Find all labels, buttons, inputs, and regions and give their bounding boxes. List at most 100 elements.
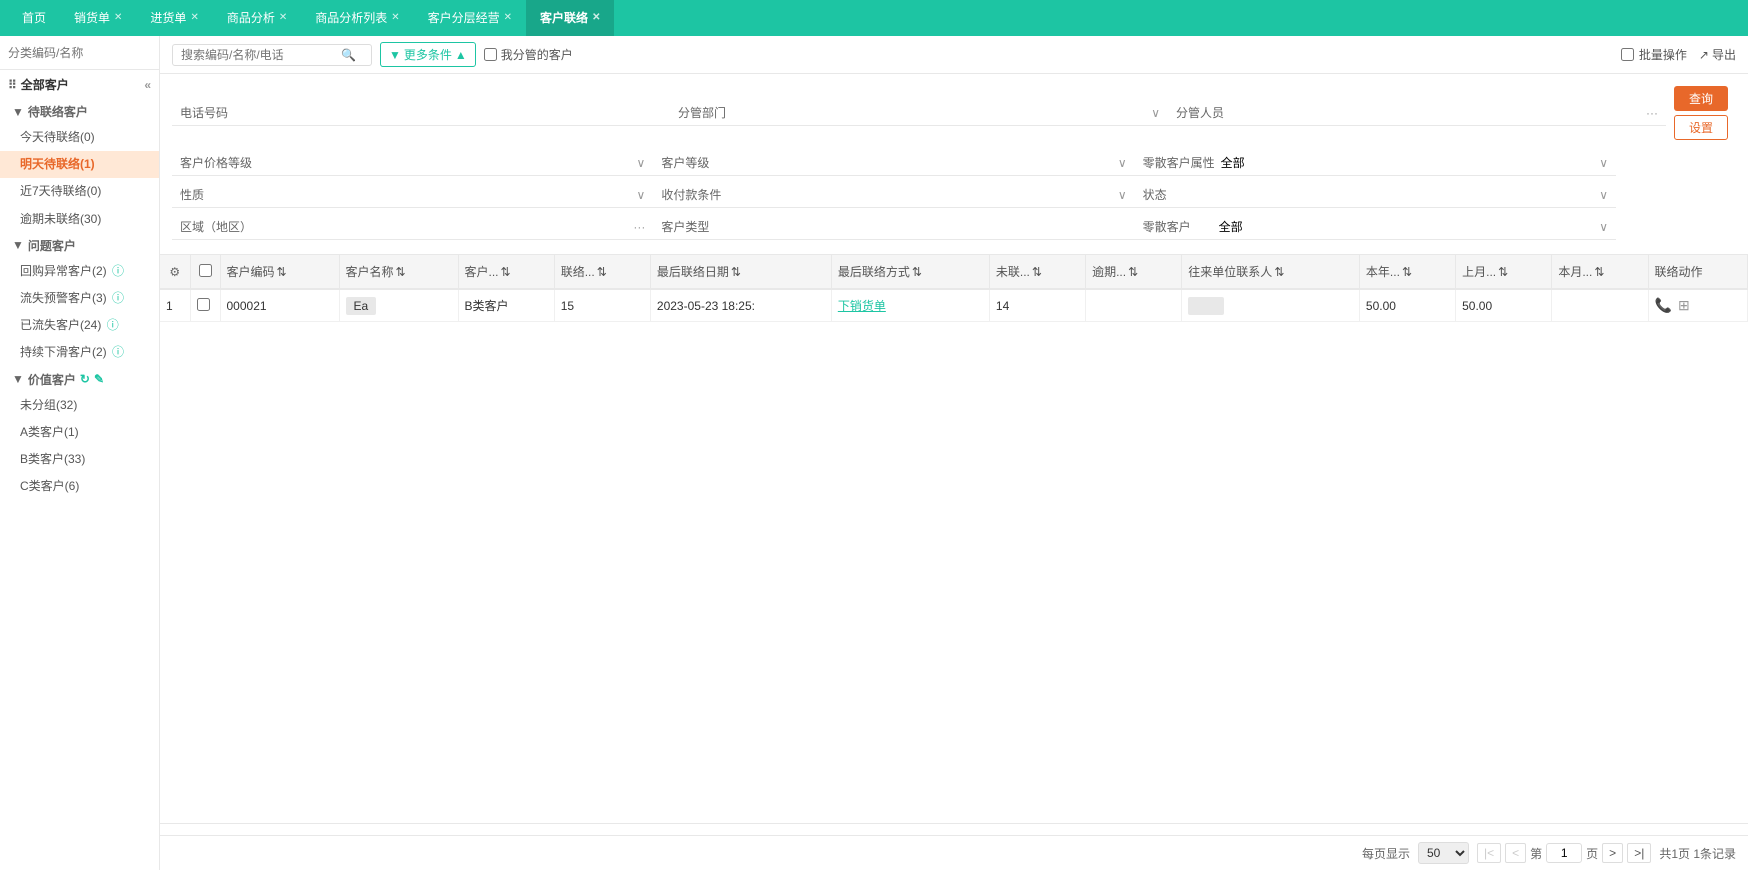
col-header-code[interactable]: 客户编码 ⇅ (220, 255, 339, 289)
row-checkbox[interactable] (190, 289, 220, 322)
nav-product-analysis-list[interactable]: 商品分析列表 ✕ (301, 0, 413, 36)
nav-customer-contact[interactable]: 客户联络 ✕ (526, 0, 614, 36)
select-all-checkbox[interactable] (199, 264, 212, 277)
col-checkbox[interactable] (190, 255, 220, 289)
sidebar-item-repurchase-abnormal[interactable]: 回购异常客户(2) ⓘ (0, 258, 159, 285)
row-action[interactable]: 📞 ⊞ (1648, 289, 1747, 322)
more-icon[interactable]: ··· (633, 220, 645, 234)
close-icon[interactable]: ✕ (592, 0, 600, 36)
filter-icon: ▼ (389, 48, 401, 62)
sidebar-item-class-a[interactable]: A类客户(1) (0, 419, 159, 446)
nav-purchase[interactable]: 进货单 ✕ (136, 0, 212, 36)
search-icon[interactable]: 🔍 (341, 48, 356, 62)
page-nav: |< < 第 页 > >| (1477, 843, 1651, 863)
col-header-overdue[interactable]: 逾期... ⇅ (1086, 255, 1182, 289)
chevron-down-icon[interactable]: ∨ (1118, 188, 1127, 202)
query-button[interactable]: 查询 (1674, 86, 1728, 111)
row-last-method[interactable]: 下销货单 (831, 289, 989, 322)
col-header-name[interactable]: 客户名称 ⇅ (339, 255, 458, 289)
nav-sales[interactable]: 销货单 ✕ (60, 0, 136, 36)
edit-icon[interactable]: ✎ (94, 372, 104, 386)
close-icon[interactable]: ✕ (114, 0, 122, 36)
sort-icon: ⇅ (1402, 265, 1412, 279)
triangle-down-icon: ▼ (12, 372, 24, 386)
nav-home[interactable]: 首页 (8, 0, 60, 36)
chevron-down-icon[interactable]: ∨ (637, 156, 646, 170)
more-action-icon[interactable]: ⊞ (1678, 297, 1690, 314)
phone-input[interactable] (256, 106, 662, 120)
col-setting[interactable]: ⚙ (160, 255, 190, 289)
sort-icon: ⇅ (1128, 265, 1138, 279)
sidebar-item-class-c[interactable]: C类客户(6) (0, 473, 159, 500)
next-page-button[interactable]: > (1602, 843, 1623, 863)
row-not-contacted: 14 (989, 289, 1085, 322)
sidebar-item-class-b[interactable]: B类客户(33) (0, 446, 159, 473)
reset-button[interactable]: 设置 (1674, 115, 1728, 140)
sidebar-all-customers[interactable]: ⠿ 全部客户 « (0, 70, 159, 99)
more-icon[interactable]: ··· (1646, 106, 1658, 120)
my-customers-checkbox[interactable] (484, 48, 497, 61)
nav-product-analysis[interactable]: 商品分析 ✕ (213, 0, 301, 36)
chevron-down-icon[interactable]: ∨ (1118, 156, 1127, 170)
export-button[interactable]: ↗ 导出 (1699, 46, 1736, 63)
sort-icon: ⇅ (912, 265, 922, 279)
close-icon[interactable]: ✕ (504, 0, 512, 36)
close-icon[interactable]: ✕ (279, 0, 287, 36)
filter-phone: 电话号码 (172, 100, 670, 126)
chevron-down-icon[interactable]: ∨ (637, 188, 646, 202)
page-size-select[interactable]: 50 20 100 (1418, 842, 1469, 864)
sidebar-item-churn-warning[interactable]: 流失预警客户(3) ⓘ (0, 285, 159, 312)
settings-icon[interactable]: ⚙ (169, 265, 180, 279)
collapse-icon[interactable]: « (144, 78, 151, 92)
col-header-contact[interactable]: 联络... ⇅ (554, 255, 650, 289)
col-header-last-method[interactable]: 最后联络方式 ⇅ (831, 255, 989, 289)
horizontal-scrollbar[interactable] (160, 823, 1748, 835)
sidebar-item-week-pending[interactable]: 近7天待联络(0) (0, 178, 159, 205)
sidebar-item-churned[interactable]: 已流失客户(24) ⓘ (0, 312, 159, 339)
col-header-last-month[interactable]: 上月... ⇅ (1456, 255, 1552, 289)
sidebar-item-ungrouped[interactable]: 未分组(32) (0, 392, 159, 419)
col-header-this-year[interactable]: 本年... ⇅ (1359, 255, 1455, 289)
page-input[interactable] (1546, 843, 1582, 863)
toolbar: 🔍 ▼ 更多条件 ▲ 我分管的客户 批量操作 ↗ 导出 (160, 36, 1748, 74)
sidebar-item-declining[interactable]: 持续下滑客户(2) ⓘ (0, 339, 159, 366)
sort-code[interactable]: 客户编码 ⇅ (227, 263, 287, 280)
batch-operation-button[interactable]: 批量操作 (1621, 46, 1687, 63)
row-last-date: 2023-05-23 18:25: (650, 289, 831, 322)
sort-icon: ⇅ (501, 265, 511, 279)
sidebar-group-problem[interactable]: ▼ 问题客户 (0, 233, 159, 258)
close-icon[interactable]: ✕ (391, 0, 399, 36)
filter-payment: 收付款条件 ∨ (653, 182, 1134, 208)
table-row: 1 000021 Ea B类客户 15 2023-05-23 18:25: 下销… (160, 289, 1748, 322)
sort-icon: ⇅ (597, 265, 607, 279)
sidebar-item-tomorrow-pending[interactable]: 明天待联络(1) (0, 151, 159, 178)
col-header-unit-contact[interactable]: 往来单位联系人 ⇅ (1182, 255, 1360, 289)
prev-page-button[interactable]: < (1505, 843, 1526, 863)
chevron-down-icon[interactable]: ∨ (1599, 220, 1608, 234)
col-header-type[interactable]: 客户... ⇅ (458, 255, 554, 289)
first-page-button[interactable]: |< (1477, 843, 1501, 863)
nav-customer-tier[interactable]: 客户分层经营 ✕ (414, 0, 526, 36)
grid-icon: ⠿ (8, 78, 17, 92)
sidebar-search-input[interactable] (8, 46, 160, 60)
close-icon[interactable]: ✕ (190, 0, 198, 36)
last-page-button[interactable]: >| (1627, 843, 1651, 863)
sidebar-group-pending[interactable]: ▼ 待联络客户 (0, 99, 159, 124)
col-header-not-contacted[interactable]: 未联... ⇅ (989, 255, 1085, 289)
sort-icon: ⇅ (1274, 265, 1284, 279)
col-header-this-month[interactable]: 本月... ⇅ (1552, 255, 1648, 289)
row-name[interactable]: Ea (339, 289, 458, 322)
phone-action-icon[interactable]: 📞 (1655, 297, 1672, 314)
filter-row-2: 客户价格等级 ∨ 客户等级 ∨ 零散客户属性 全部 ∨ (172, 150, 1736, 176)
sidebar-item-overdue-pending[interactable]: 逾期未联络(30) (0, 206, 159, 233)
more-filter-button[interactable]: ▼ 更多条件 ▲ (380, 42, 476, 67)
batch-op-checkbox[interactable] (1621, 48, 1634, 61)
refresh-icon[interactable]: ↻ (80, 372, 90, 386)
sidebar-item-today-pending[interactable]: 今天待联络(0) (0, 124, 159, 151)
chevron-down-icon[interactable]: ∨ (1151, 106, 1160, 120)
chevron-down-icon[interactable]: ∨ (1599, 156, 1608, 170)
chevron-down-icon[interactable]: ∨ (1599, 188, 1608, 202)
sidebar-group-value[interactable]: ▼ 价值客户 ↻ ✎ (0, 367, 159, 392)
search-input[interactable] (181, 48, 341, 62)
col-header-last-date[interactable]: 最后联络日期 ⇅ (650, 255, 831, 289)
